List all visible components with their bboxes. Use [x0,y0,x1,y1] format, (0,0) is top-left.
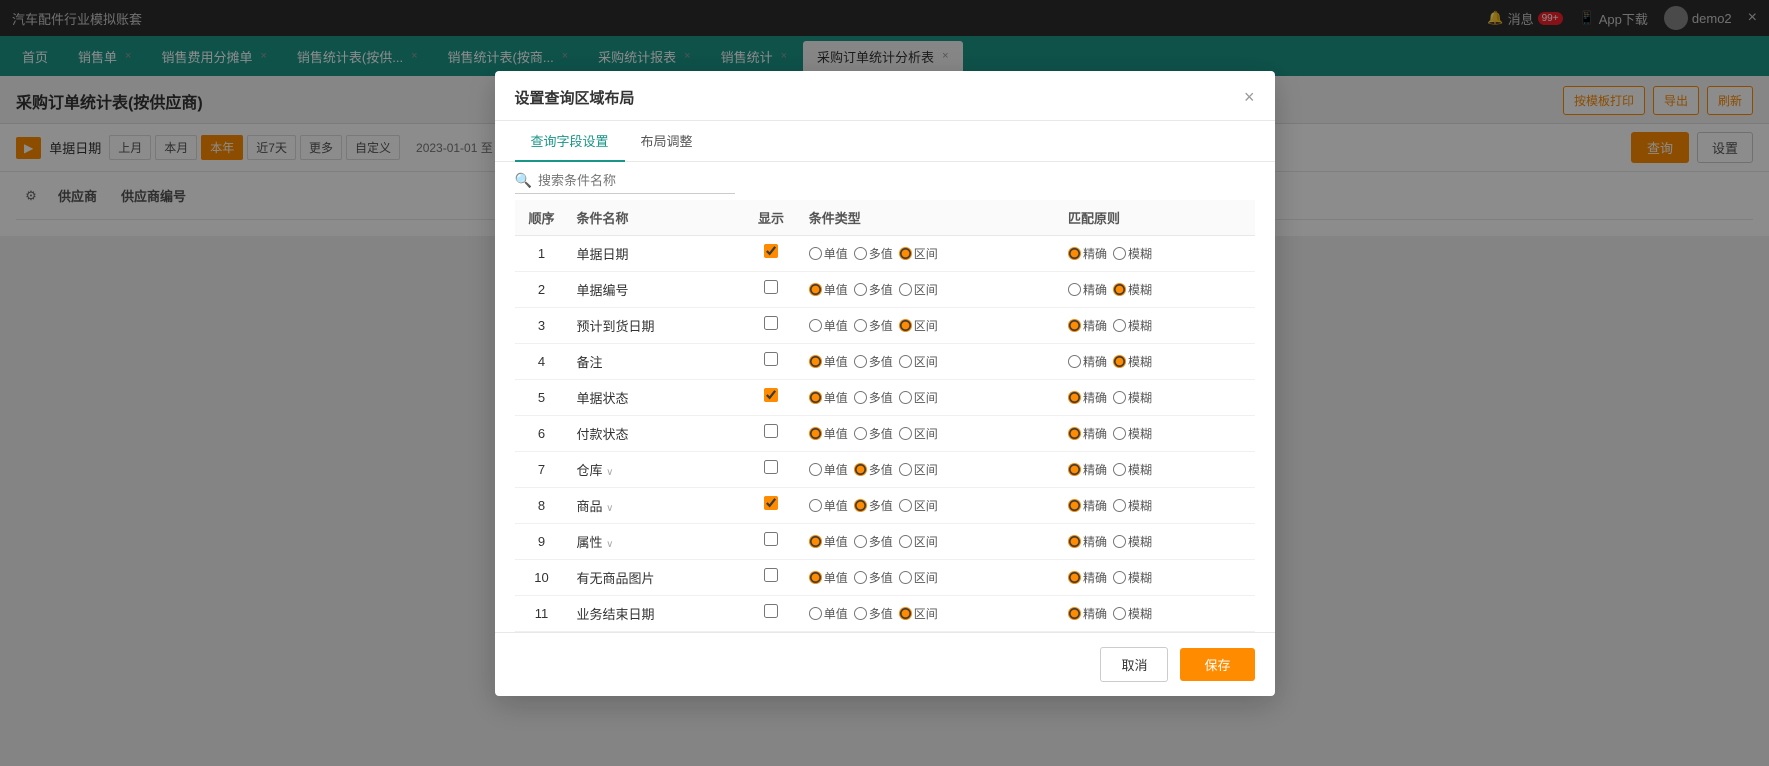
search-icon: 🔍 [515,172,532,189]
modal-close-button[interactable]: × [1244,88,1255,106]
row-order: 8 [515,487,569,523]
row-match: 精确模糊 [1060,379,1254,415]
row-name: 仓库 ∨ [569,451,742,487]
row-name: 预计到货日期 [569,307,742,343]
row-name: 有无商品图片 [569,559,742,595]
modal-overlay: 设置查询区域布局 × 查询字段设置 布局调整 🔍 顺序 [0,0,1769,766]
modal-table: 顺序 条件名称 显示 条件类型 匹配原则 1单据日期单值多值区间精确模糊2单据编… [515,200,1255,632]
row-display[interactable] [741,308,800,338]
row-type: 单值多值区间 [801,487,1060,523]
row-type: 单值多值区间 [801,523,1060,559]
row-type: 单值多值区间 [801,271,1060,307]
row-match: 精确模糊 [1060,415,1254,451]
row-display[interactable] [741,488,800,518]
modal-table-body: 1单据日期单值多值区间精确模糊2单据编号单值多值区间精确模糊3预计到货日期单值多… [515,235,1255,631]
col-order: 顺序 [515,200,569,236]
search-box: 🔍 [515,172,735,194]
table-row: 2单据编号 单值多值区间精确模糊 [515,271,1255,307]
table-row: 7仓库 ∨ 单值多值区间精确模糊 [515,451,1255,487]
row-type: 单值多值区间 [801,343,1060,379]
col-type: 条件类型 [801,200,1060,236]
row-order: 9 [515,523,569,559]
table-row: 1单据日期 单值多值区间精确模糊 [515,235,1255,271]
row-match: 精确模糊 [1060,343,1254,379]
row-display[interactable] [741,452,800,482]
modal-tabs: 查询字段设置 布局调整 [495,121,1275,162]
row-display[interactable] [741,596,800,626]
save-button[interactable]: 保存 [1180,648,1254,681]
row-order: 5 [515,379,569,415]
row-order: 7 [515,451,569,487]
row-order: 10 [515,559,569,595]
table-row: 6付款状态 单值多值区间精确模糊 [515,415,1255,451]
row-display[interactable] [741,380,800,410]
row-type: 单值多值区间 [801,595,1060,631]
table-row: 9属性 ∨ 单值多值区间精确模糊 [515,523,1255,559]
table-row: 5单据状态 单值多值区间精确模糊 [515,379,1255,415]
modal-title: 设置查询区域布局 [515,87,635,108]
row-match: 精确模糊 [1060,595,1254,631]
row-order: 4 [515,343,569,379]
row-match: 精确模糊 [1060,235,1254,271]
table-row: 3预计到货日期 单值多值区间精确模糊 [515,307,1255,343]
col-match: 匹配原则 [1060,200,1254,236]
row-order: 3 [515,307,569,343]
row-order: 2 [515,271,569,307]
col-name: 条件名称 [569,200,742,236]
row-match: 精确模糊 [1060,271,1254,307]
modal-tab-query-label: 查询字段设置 [531,134,609,149]
row-display[interactable] [741,524,800,554]
row-type: 单值多值区间 [801,307,1060,343]
row-name: 单据编号 [569,271,742,307]
modal-table-header-row: 顺序 条件名称 显示 条件类型 匹配原则 [515,200,1255,236]
modal-tab-layout[interactable]: 布局调整 [625,121,709,162]
row-match: 精确模糊 [1060,307,1254,343]
table-row: 11业务结束日期 单值多值区间精确模糊 [515,595,1255,631]
cancel-button[interactable]: 取消 [1100,647,1168,682]
row-display[interactable] [741,560,800,590]
col-display: 显示 [741,200,800,236]
row-type: 单值多值区间 [801,559,1060,595]
row-match: 精确模糊 [1060,487,1254,523]
modal-header: 设置查询区域布局 × [495,71,1275,121]
row-display[interactable] [741,344,800,374]
row-order: 6 [515,415,569,451]
row-name: 单据状态 [569,379,742,415]
row-name: 业务结束日期 [569,595,742,631]
row-name: 备注 [569,343,742,379]
row-type: 单值多值区间 [801,379,1060,415]
settings-modal: 设置查询区域布局 × 查询字段设置 布局调整 🔍 顺序 [495,71,1275,696]
row-display[interactable] [741,272,800,302]
row-name: 商品 ∨ [569,487,742,523]
modal-tab-query[interactable]: 查询字段设置 [515,121,625,162]
row-display[interactable] [741,236,800,266]
modal-tab-layout-label: 布局调整 [641,134,693,149]
table-row: 8商品 ∨ 单值多值区间精确模糊 [515,487,1255,523]
modal-search: 🔍 [495,162,1275,200]
row-type: 单值多值区间 [801,451,1060,487]
modal-footer: 取消 保存 [495,632,1275,696]
table-row: 10有无商品图片 单值多值区间精确模糊 [515,559,1255,595]
search-input[interactable] [538,173,718,188]
row-match: 精确模糊 [1060,523,1254,559]
row-name: 单据日期 [569,235,742,271]
row-order: 1 [515,235,569,271]
row-match: 精确模糊 [1060,451,1254,487]
modal-table-wrap: 顺序 条件名称 显示 条件类型 匹配原则 1单据日期单值多值区间精确模糊2单据编… [495,200,1275,632]
row-type: 单值多值区间 [801,235,1060,271]
row-type: 单值多值区间 [801,415,1060,451]
row-display[interactable] [741,416,800,446]
table-row: 4备注 单值多值区间精确模糊 [515,343,1255,379]
row-match: 精确模糊 [1060,559,1254,595]
row-name: 付款状态 [569,415,742,451]
row-order: 11 [515,595,569,631]
row-name: 属性 ∨ [569,523,742,559]
